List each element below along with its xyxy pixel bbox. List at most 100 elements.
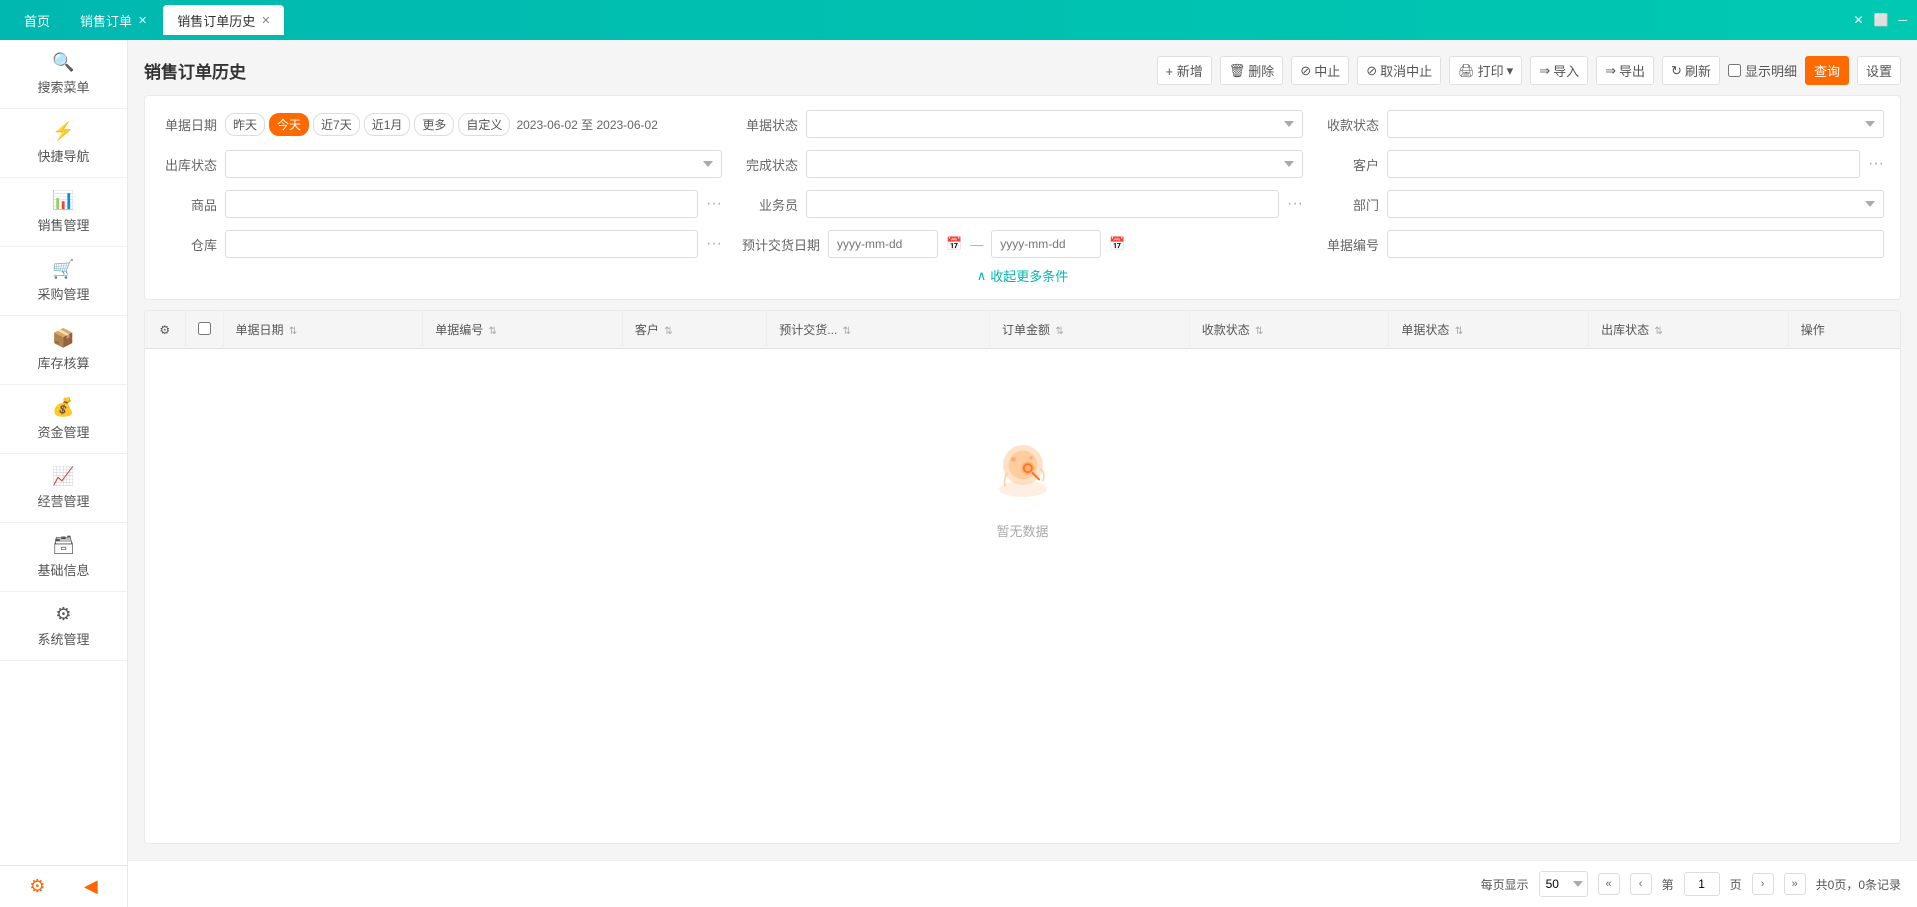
topbar-close-icon[interactable]: ✕ [1853,13,1863,27]
th-settings[interactable]: ⚙ [145,311,185,349]
stop-button[interactable]: ⊘ 中止 [1291,56,1349,85]
cancel-stop-button[interactable]: ⊘ 取消中止 [1357,56,1441,85]
filter-bill-no-input[interactable] [1387,230,1884,258]
import-button[interactable]: ⇒ 导入 [1530,56,1588,85]
new-button[interactable]: + 新增 [1157,56,1212,85]
date-range-row: 昨天 今天 近7天 近1月 更多 自定义 2023-06-02 至 2023-0… [225,113,722,136]
th-bill-status: 单据状态 ⇅ [1389,311,1589,349]
tab-sales-order-history[interactable]: 销售订单历史 ✕ [163,5,284,35]
filter-salesperson-input[interactable] [806,190,1279,218]
date-chip-1month[interactable]: 近1月 [364,113,411,136]
import-icon: ⇒ [1539,63,1550,79]
filter-warehouse-input[interactable] [225,230,698,258]
sidebar-item-system[interactable]: ⚙ 系统管理 [0,592,127,661]
filter-row-2: 出库状态 完成状态 客户 ··· [161,150,1884,178]
sidebar-item-quick-nav[interactable]: ⚡ 快捷导航 [0,109,127,178]
page-number-input[interactable] [1684,872,1720,896]
th-date: 单据日期 ⇅ [223,311,423,349]
sidebar-item-purchase[interactable]: 🛒 采购管理 [0,247,127,316]
th-bill-no: 单据编号 ⇅ [423,311,623,349]
settings-button[interactable]: 设置 [1857,56,1901,85]
filter-goods-label: 商品 [161,195,217,214]
filter-warehouse-dots[interactable]: ··· [706,235,722,253]
sidebar-item-master-data[interactable]: 🗃 基础信息 [0,523,127,592]
sort-warehouse-status-icon[interactable]: ⇅ [1654,326,1662,337]
sidebar-item-master-data-label: 基础信息 [37,560,89,579]
th-checkbox[interactable] [185,311,223,349]
sidebar-item-inventory[interactable]: 📦 库存核算 [0,316,127,385]
filter-complete-status-select[interactable] [806,150,1303,178]
export-button[interactable]: ⇒ 导出 [1596,56,1654,85]
table-wrapper: ⚙ 单据日期 ⇅ 单据编号 ⇅ 客户 ⇅ 预计交货... ⇅ 订单金额 ⇅ 收款… [144,310,1901,844]
per-page-select[interactable]: 10 20 50 100 [1539,871,1588,897]
topbar-restore-icon[interactable]: ⬜ [1874,13,1889,27]
tab-sales-order[interactable]: 销售订单 ✕ [66,5,161,35]
display-detail-toggle[interactable]: 显示明细 [1728,61,1797,80]
calendar-icon-end[interactable]: 📅 [1109,236,1125,252]
filter-salesperson-dots[interactable]: ··· [1287,195,1303,213]
filter-goods-dots[interactable]: ··· [706,195,722,213]
sidebar-item-finance-label: 资金管理 [37,422,89,441]
sidebar-item-operations[interactable]: 📈 经营管理 [0,454,127,523]
prev-page-btn[interactable]: ‹ [1630,873,1652,895]
next-page-btn[interactable]: › [1752,873,1774,895]
sort-bill-no-icon[interactable]: ⇅ [489,326,497,337]
filter-customer-input[interactable] [1387,150,1860,178]
sidebar-item-finance[interactable]: 💰 资金管理 [0,385,127,454]
filter-warehouse-status-select[interactable] [225,150,722,178]
filter-bill-no-field: 单据编号 [1323,230,1884,258]
refresh-button[interactable]: ↻ 刷新 [1662,56,1720,85]
date-chip-more[interactable]: 更多 [414,113,454,136]
date-chip-today[interactable]: 今天 [269,113,309,136]
filter-expected-date-label: 预计交货日期 [742,235,820,254]
sidebar-item-search[interactable]: 🔍 搜索菜单 [0,40,127,109]
finance-icon: 💰 [52,397,74,418]
sort-bill-status-icon[interactable]: ⇅ [1455,326,1463,337]
sidebar-collapse-btn[interactable]: ◀ [84,876,98,897]
topbar-minimize-icon[interactable]: ─ [1898,13,1907,27]
query-button[interactable]: 查询 [1805,56,1849,85]
filter-customer-label: 客户 [1323,155,1379,174]
filter-expected-date-start[interactable] [828,230,938,258]
filter-goods-input[interactable] [225,190,698,218]
sidebar-item-search-label: 搜索菜单 [37,77,89,96]
print-dropdown-icon: ▾ [1507,63,1514,79]
tab-sales-order-history-close[interactable]: ✕ [261,14,270,27]
filter-expected-date-end[interactable] [991,230,1101,258]
filter-department-select[interactable] [1387,190,1884,218]
tab-home[interactable]: 首页 [10,5,64,35]
sort-amount-icon[interactable]: ⇅ [1055,326,1063,337]
sort-date-icon[interactable]: ⇅ [289,326,297,337]
sort-customer-icon[interactable]: ⇅ [664,326,672,337]
table-header-row: ⚙ 单据日期 ⇅ 单据编号 ⇅ 客户 ⇅ 预计交货... ⇅ 订单金额 ⇅ 收款… [145,311,1900,349]
delete-button[interactable]: 🗑 删除 [1220,56,1284,85]
filter-bill-status-select[interactable] [806,110,1303,138]
print-button[interactable]: 🖨 打印 ▾ [1449,56,1522,85]
refresh-button-label: 刷新 [1685,61,1711,80]
filter-date-label: 单据日期 [161,115,217,134]
sort-expected-date-icon[interactable]: ⇅ [843,326,851,337]
date-chip-7days[interactable]: 近7天 [313,113,360,136]
first-page-btn[interactable]: « [1598,873,1620,895]
system-icon: ⚙ [55,604,71,625]
sort-receipt-status-icon[interactable]: ⇅ [1255,326,1263,337]
date-chip-custom[interactable]: 自定义 [458,113,510,136]
date-chip-yesterday[interactable]: 昨天 [225,113,265,136]
sidebar-settings-btn[interactable]: ⚙ [29,876,45,897]
display-detail-checkbox[interactable] [1728,64,1741,77]
filter-expected-date-field: 预计交货日期 📅 — 📅 [742,230,1303,258]
delete-icon: 🗑 [1229,63,1246,79]
last-page-btn[interactable]: » [1784,873,1806,895]
collapse-label: 收起更多条件 [990,266,1068,285]
calendar-icon-start[interactable]: 📅 [946,236,962,252]
export-icon: ⇒ [1605,63,1616,79]
sidebar-item-inventory-label: 库存核算 [37,353,89,372]
filter-warehouse-label: 仓库 [161,235,217,254]
select-all-checkbox[interactable] [198,322,211,335]
sidebar-item-sales[interactable]: 📊 销售管理 [0,178,127,247]
sidebar-bottom: ⚙ ◀ [0,865,127,907]
tab-sales-order-close[interactable]: ✕ [138,14,147,27]
filter-customer-dots[interactable]: ··· [1868,155,1884,173]
collapse-row[interactable]: ∧ 收起更多条件 [161,266,1884,285]
filter-receipt-status-select[interactable] [1387,110,1884,138]
